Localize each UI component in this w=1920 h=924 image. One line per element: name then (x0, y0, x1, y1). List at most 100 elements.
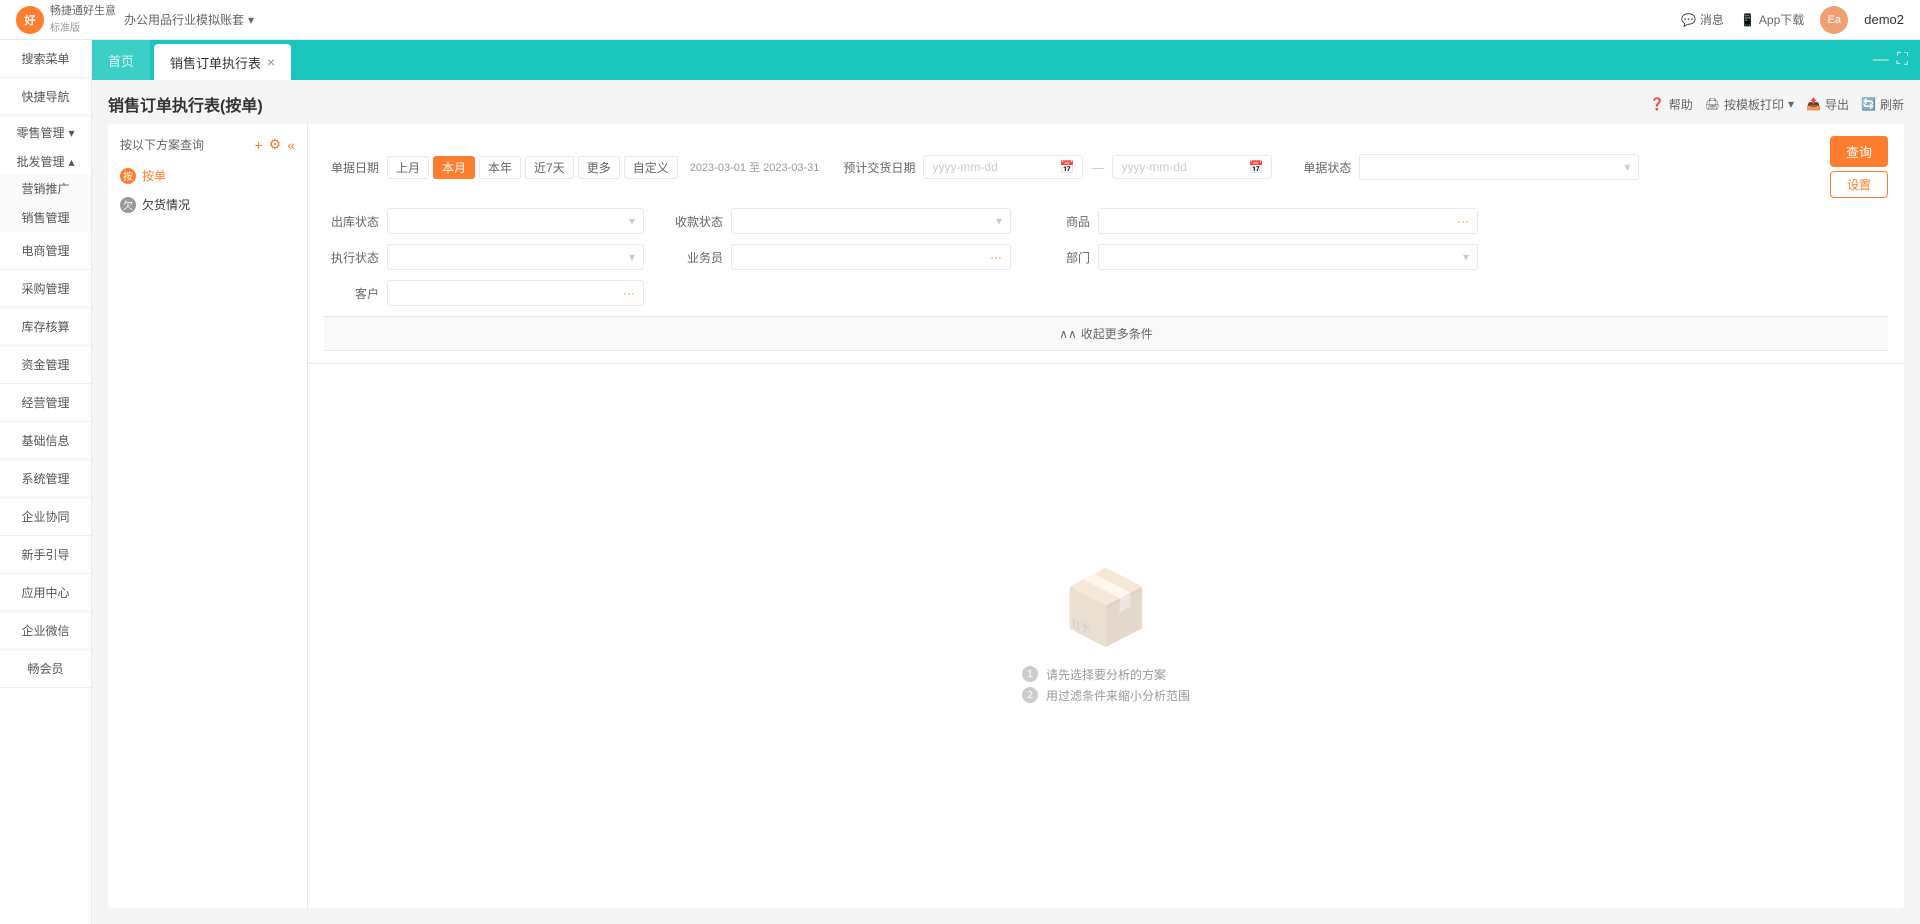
logo-icon: 好 (16, 6, 44, 34)
sidebar-item-retail[interactable]: 零售管理 ▾ (0, 116, 91, 145)
sidebar-item-newbie[interactable]: 新手引导 (0, 536, 91, 574)
dept-label: 部门 (1035, 249, 1090, 266)
dots-icon: ··· (1457, 214, 1469, 228)
chevron-down-icon: ▾ (996, 214, 1002, 228)
chevron-down-icon: ▾ (1463, 250, 1469, 264)
sidebar-item-wholesale[interactable]: 批发管理 ▴ (0, 145, 91, 174)
export-icon: 📤 (1806, 97, 1821, 111)
goods-group: 商品 ··· (1035, 208, 1888, 234)
sidebar-item-basic[interactable]: 基础信息 (0, 422, 91, 460)
query-btn[interactable]: 查询 (1830, 136, 1888, 167)
tab-close-icon[interactable]: × (267, 54, 275, 70)
sidebar-sub-marketing[interactable]: 营销推广 (0, 174, 91, 203)
sidebar-item-quicknav[interactable]: 快捷导航 (0, 78, 91, 116)
calendar-icon: 📅 (1059, 160, 1074, 174)
delivery-group: 出库状态 ▾ (324, 208, 644, 234)
top-bar-left: 好 畅捷通好生意 标准版 办公用品行业模拟账套 ▾ (16, 5, 254, 33)
tab-actions: — ⛶ (1873, 51, 1920, 69)
tab-expand-btn[interactable]: ⛶ (1897, 51, 1908, 69)
help-btn[interactable]: ❓ 帮助 (1650, 96, 1693, 113)
scheme-icons: + ⚙ « (254, 136, 295, 153)
chevron-down-icon: ▾ (1624, 160, 1630, 174)
plus-icon: + (254, 137, 262, 153)
message-btn[interactable]: 💬 消息 (1681, 11, 1724, 28)
payment-label: 收款状态 (668, 213, 723, 230)
filter-row-3: 执行状态 ▾ 业务员 ··· (324, 244, 1888, 270)
sidebar-item-enterprise[interactable]: 企业协同 (0, 498, 91, 536)
scheme-item-by-order[interactable]: 按 按单 (108, 161, 307, 190)
salesperson-group: 业务员 ··· (668, 244, 1011, 270)
dots-icon: ··· (990, 250, 1002, 264)
user-name: demo2 (1864, 12, 1904, 27)
calendar-icon-end: 📅 (1248, 160, 1263, 174)
status-group: 单据状态 ▾ 查询 设置 (1296, 136, 1888, 198)
date-separator: — (1091, 160, 1104, 175)
chevron-up-icon: ▴ (68, 155, 74, 169)
customer-input[interactable]: ··· (387, 280, 644, 306)
scheme-icon-active: 按 (120, 168, 136, 184)
main-table-area: 单据日期 上月 本月 本年 近7天 更多 自定义 2023-03-01 至 20… (308, 124, 1904, 908)
sidebar-item-inventory[interactable]: 库存核算 (0, 308, 91, 346)
date-btn-custom[interactable]: 自定义 (624, 156, 678, 179)
sidebar-sub-sales[interactable]: 销售管理 (0, 203, 91, 232)
filter-row-4: 客户 ··· (324, 280, 1888, 306)
sidebar-item-ecommerce[interactable]: 电商管理 (0, 232, 91, 270)
expected-date-label: 预计交货日期 (843, 159, 915, 176)
page-header: 销售订单执行表(按单) ❓ 帮助 🖨 按模板打印 ▾ 📤 导出 (92, 80, 1920, 124)
date-btn-last-month[interactable]: 上月 (387, 156, 429, 179)
avatar: Ea (1820, 6, 1848, 34)
exec-select[interactable]: ▾ (387, 244, 644, 270)
salesperson-input[interactable]: ··· (731, 244, 1011, 270)
sidebar-item-system[interactable]: 系统管理 (0, 460, 91, 498)
add-scheme-btn[interactable]: + (254, 136, 262, 153)
content-area: 首页 销售订单执行表 × — ⛶ 销售订单执行表(按单) ❓ 帮助 (92, 40, 1920, 924)
delivery-label: 出库状态 (324, 213, 379, 230)
collapse-filters-row[interactable]: ∧∧ 收起更多条件 (324, 316, 1888, 351)
dept-group: 部门 ▾ (1035, 244, 1888, 270)
logo-text-block: 畅捷通好生意 标准版 (50, 5, 116, 33)
delivery-select[interactable]: ▾ (387, 208, 644, 234)
settings-scheme-btn[interactable]: ⚙ (269, 136, 282, 153)
refresh-btn[interactable]: 🔄 刷新 (1861, 96, 1904, 113)
tab-minimize-btn[interactable]: — (1873, 51, 1889, 69)
sidebar-item-apps[interactable]: 应用中心 (0, 574, 91, 612)
industry-selector[interactable]: 办公用品行业模拟账套 ▾ (124, 11, 254, 28)
sidebar-item-wechat[interactable]: 企业微信 (0, 612, 91, 650)
print-icon: 🖨 (1705, 97, 1720, 111)
collapse-panel-btn[interactable]: « (287, 136, 295, 153)
goods-label: 商品 (1035, 213, 1090, 230)
date-btn-7days[interactable]: 近7天 (525, 156, 574, 179)
left-panel: 按以下方案查询 + ⚙ « (108, 124, 308, 908)
print-btn[interactable]: 🖨 按模板打印 ▾ (1705, 96, 1794, 113)
expected-date-start[interactable]: yyyy-mm-dd 📅 (923, 155, 1083, 179)
app-download-btn[interactable]: 📱 App下载 (1740, 11, 1804, 28)
settings-btn[interactable]: 设置 (1830, 171, 1888, 198)
tab-sales-order[interactable]: 销售订单执行表 × (154, 44, 291, 80)
split-content: 按以下方案查询 + ⚙ « (108, 124, 1904, 908)
expected-date-end[interactable]: yyyy-mm-dd 📅 (1112, 155, 1272, 179)
payment-select[interactable]: ▾ (731, 208, 1011, 234)
sidebar-item-member[interactable]: 畅会员 (0, 650, 91, 688)
exec-label: 执行状态 (324, 249, 379, 266)
top-bar-right: 💬 消息 📱 App下载 Ea demo2 (1681, 6, 1904, 34)
dept-select[interactable]: ▾ (1098, 244, 1478, 270)
settings-icon: ⚙ (269, 136, 282, 152)
expected-date-group: 预计交货日期 yyyy-mm-dd 📅 — yyyy-mm-dd 📅 (843, 155, 1272, 179)
goods-input[interactable]: ··· (1098, 208, 1478, 234)
sidebar-item-purchase[interactable]: 采购管理 (0, 270, 91, 308)
tab-home[interactable]: 首页 (92, 40, 150, 80)
status-select[interactable]: ▾ (1359, 154, 1639, 180)
export-btn[interactable]: 📤 导出 (1806, 96, 1849, 113)
date-btn-this-month[interactable]: 本月 (433, 156, 475, 179)
sidebar-item-finance[interactable]: 资金管理 (0, 346, 91, 384)
customer-group: 客户 ··· (324, 280, 644, 306)
exec-group: 执行状态 ▾ (324, 244, 644, 270)
scheme-item-shortage[interactable]: 欠 欠货情况 (108, 190, 307, 219)
sidebar-item-operations[interactable]: 经营管理 (0, 384, 91, 422)
page-actions: ❓ 帮助 🖨 按模板打印 ▾ 📤 导出 🔄 刷新 (1650, 96, 1904, 113)
date-field-group: 单据日期 上月 本月 本年 近7天 更多 自定义 2023-03-01 至 20… (324, 156, 819, 179)
sidebar-item-search[interactable]: 搜索菜单 (0, 40, 91, 78)
query-btn-area: 查询 设置 (1830, 136, 1888, 198)
date-btn-this-year[interactable]: 本年 (479, 156, 521, 179)
date-btn-more[interactable]: 更多 (578, 156, 620, 179)
